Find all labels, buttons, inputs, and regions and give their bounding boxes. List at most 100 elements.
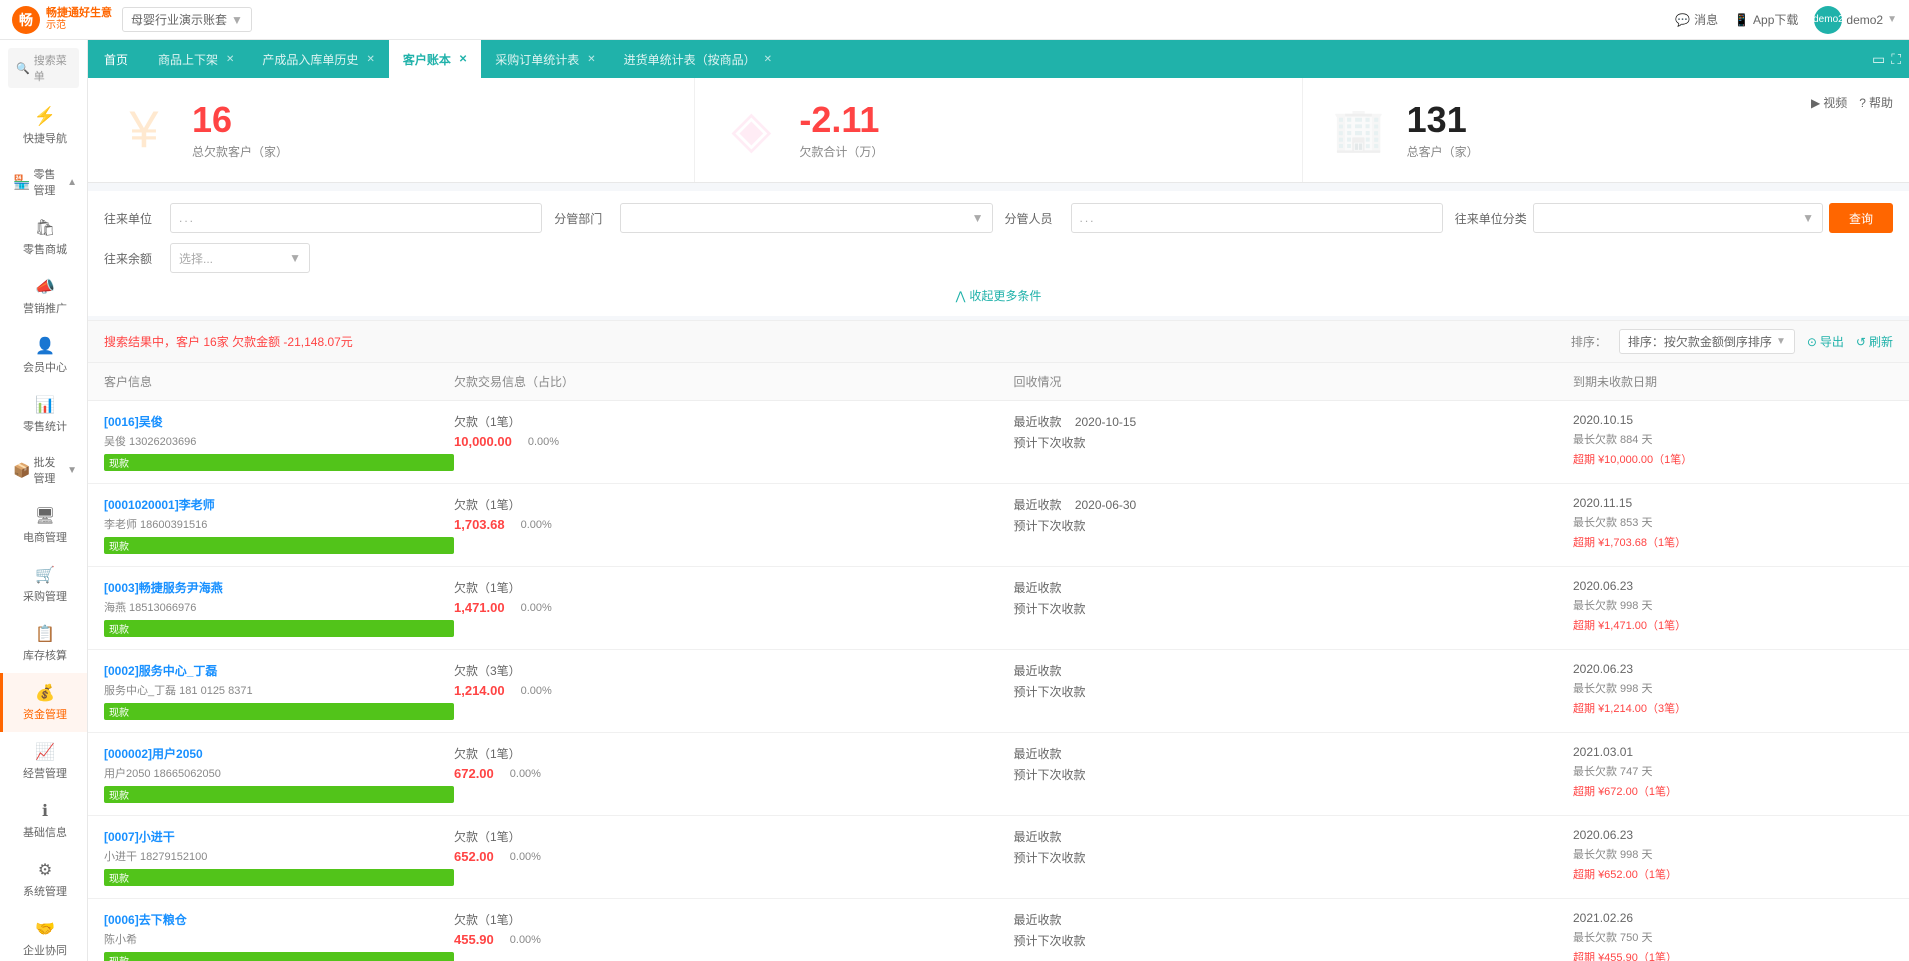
sidebar-item-purchase[interactable]: 🛒 采购管理 (0, 555, 87, 614)
overdue-info: 超期 ¥10,000.00（1笔） (1573, 451, 1893, 467)
debt-percent: 0.00% (528, 436, 559, 448)
video-link[interactable]: ▶ 视频 (1811, 94, 1847, 111)
overdue-link[interactable]: ¥1,214.00（3笔） (1598, 703, 1686, 715)
tab-close-icon[interactable]: ✕ (587, 54, 595, 65)
balance-select[interactable]: 选择... ▼ (170, 243, 310, 273)
customer-tag: 现款 (104, 786, 454, 803)
sidebar-item-retail-mgmt[interactable]: 🏪 零售管理 ▲ (0, 156, 87, 208)
customer-id-name[interactable]: [0007]小进干 (104, 828, 454, 845)
stat-value-total: 131 总客户（家） (1407, 100, 1479, 161)
due-date: 2021.02.26 (1573, 911, 1893, 925)
person-dots: ... (1080, 211, 1096, 225)
sidebar-item-finance[interactable]: 💰 资金管理 (0, 673, 87, 732)
collapse-bar[interactable]: ⋀ 收起更多条件 (104, 283, 1893, 312)
debt-percent: 0.00% (510, 768, 541, 780)
overdue-link[interactable]: ¥672.00（1笔） (1598, 786, 1677, 798)
sidebar-item-retail-stat[interactable]: 📊 零售统计 (0, 385, 87, 444)
customer-id-name[interactable]: [0016]吴俊 (104, 413, 454, 430)
last-collect-label: 最近收款 2020-10-15 (1014, 413, 1574, 430)
overdue-link[interactable]: ¥10,000.00（1笔） (1598, 454, 1692, 466)
tab-home[interactable]: 首页 (88, 40, 144, 78)
tab-import-stat[interactable]: 进货单统计表（按商品） ✕ (610, 40, 786, 78)
debt-percent: 0.00% (510, 851, 541, 863)
customer-id-name[interactable]: [0006]去下粮仓 (104, 911, 454, 928)
header-due-date: 到期未收款日期 (1573, 373, 1893, 390)
overdue-link[interactable]: ¥455.90（1笔） (1598, 952, 1677, 961)
stat-icon-total: 🏢 (1327, 98, 1391, 162)
tab-label: 客户账本 (403, 51, 451, 68)
tab-product-on-off[interactable]: 商品上下架 ✕ (144, 40, 248, 78)
tab-label: 采购订单统计表 (495, 51, 579, 68)
customer-id-name[interactable]: [0001020001]李老师 (104, 496, 454, 513)
tab-close-icon[interactable]: ✕ (226, 54, 234, 65)
total-customers-number: 131 (1407, 100, 1479, 140)
return-info-cell: 最近收款 2020-06-30 预计下次收款 (1014, 496, 1574, 554)
sidebar-item-enterprise[interactable]: 🤝 企业协同 (0, 909, 87, 961)
app-download-button[interactable]: 📱 App下载 (1734, 11, 1798, 28)
tab-label: 产成品入库单历史 (262, 51, 358, 68)
debt-amount[interactable]: 455.90 (454, 932, 494, 947)
filter-row-1: 往来单位 ... 分管部门 ▼ (104, 203, 1893, 233)
overdue-days: 最长欠款 853 天 (1573, 514, 1893, 530)
tab-product-history[interactable]: 产成品入库单历史 ✕ (248, 40, 388, 78)
user-menu[interactable]: demo2 demo2 ▼ (1814, 6, 1897, 34)
sidebar-item-retail-mall[interactable]: 🛍 零售商城 (0, 208, 87, 267)
store-selector[interactable]: 母婴行业演示账套 ▼ (122, 7, 252, 32)
sidebar-item-member[interactable]: 👤 会员中心 (0, 326, 87, 385)
overdue-info: 超期 ¥1,214.00（3笔） (1573, 700, 1893, 716)
return-info-cell: 最近收款 2020-10-15 预计下次收款 (1014, 413, 1574, 471)
overdue-info: 超期 ¥652.00（1笔） (1573, 866, 1893, 882)
customer-id-name[interactable]: [0002]服务中心_丁磊 (104, 662, 454, 679)
logo-icon: 畅 (12, 6, 40, 34)
user-dropdown-icon: ▼ (1887, 14, 1897, 25)
sidebar-item-system[interactable]: ⚙ 系统管理 (0, 850, 87, 909)
debt-amount[interactable]: 1,471.00 (454, 600, 505, 615)
sidebar-item-quick-nav[interactable]: ⚡ 快捷导航 (0, 96, 87, 156)
ecommerce-icon: 🖥 (35, 506, 55, 526)
customer-id-name[interactable]: [0003]畅捷服务尹海燕 (104, 579, 454, 596)
overdue-link[interactable]: ¥1,703.68（1笔） (1598, 537, 1686, 549)
tab-minimize-button[interactable]: ▭ (1872, 51, 1885, 68)
tab-customer-account[interactable]: 客户账本 ✕ (389, 40, 481, 78)
overdue-link[interactable]: ¥652.00（1笔） (1598, 869, 1677, 881)
sidebar-item-inventory[interactable]: 📋 库存核算 (0, 614, 87, 673)
customer-tag: 现款 (104, 620, 454, 637)
tab-close-icon[interactable]: ✕ (459, 54, 467, 65)
due-info-cell: 2021.02.26 最长欠款 750 天 超期 ¥455.90（1笔） (1573, 911, 1893, 961)
help-link[interactable]: ? 帮助 (1859, 94, 1893, 111)
sidebar-item-basic-info[interactable]: ℹ 基础信息 (0, 791, 87, 850)
tab-purchase-order[interactable]: 采购订单统计表 ✕ (481, 40, 609, 78)
customer-phone: 陈小希 (104, 931, 454, 947)
debt-amount[interactable]: 1,703.68 (454, 517, 505, 532)
balance-placeholder: 选择... (179, 250, 213, 267)
message-button[interactable]: 💬 消息 (1675, 11, 1718, 28)
sidebar-item-batch-mgmt[interactable]: 📦 批发管理 ▼ (0, 444, 87, 496)
person-input[interactable]: ... (1071, 203, 1443, 233)
sidebar-item-operations[interactable]: 📈 经营管理 (0, 732, 87, 791)
overdue-link[interactable]: ¥1,471.00（1笔） (1598, 620, 1686, 632)
sidebar-item-marketing[interactable]: 📣 营销推广 (0, 267, 87, 326)
batch-mgmt-icon: 📦 (13, 462, 30, 479)
tab-close-icon[interactable]: ✕ (366, 54, 374, 65)
dept-select[interactable]: ▼ (620, 203, 992, 233)
refresh-button[interactable]: ↺ 刷新 (1856, 333, 1893, 350)
arrow-icon: ▲ (67, 177, 77, 188)
search-button[interactable]: 查询 (1829, 203, 1893, 233)
debt-amount[interactable]: 652.00 (454, 849, 494, 864)
export-button[interactable]: ⊙ 导出 (1807, 333, 1844, 350)
sidebar-item-label: 营销推广 (23, 300, 67, 316)
debt-amount[interactable]: 672.00 (454, 766, 494, 781)
tab-expand-button[interactable]: ⛶ (1891, 51, 1901, 68)
debt-count: 欠款（1笔） (454, 413, 521, 430)
tab-close-icon[interactable]: ✕ (764, 54, 772, 65)
sort-select[interactable]: 排序：按欠款金额倒序排序 ▼ (1619, 329, 1795, 354)
filter-source-unit: 往来单位 ... (104, 203, 542, 233)
sidebar-item-ecommerce[interactable]: 🖥 电商管理 (0, 496, 87, 555)
debt-amount[interactable]: 1,214.00 (454, 683, 505, 698)
unit-category-select[interactable]: ▼ (1533, 203, 1823, 233)
sidebar-search-box[interactable]: 🔍 搜索菜单 (8, 48, 79, 88)
next-collect-label: 预计下次收款 (1014, 766, 1574, 783)
source-unit-input[interactable]: ... (170, 203, 542, 233)
debt-amount[interactable]: 10,000.00 (454, 434, 512, 449)
customer-id-name[interactable]: [000002]用户2050 (104, 745, 454, 762)
